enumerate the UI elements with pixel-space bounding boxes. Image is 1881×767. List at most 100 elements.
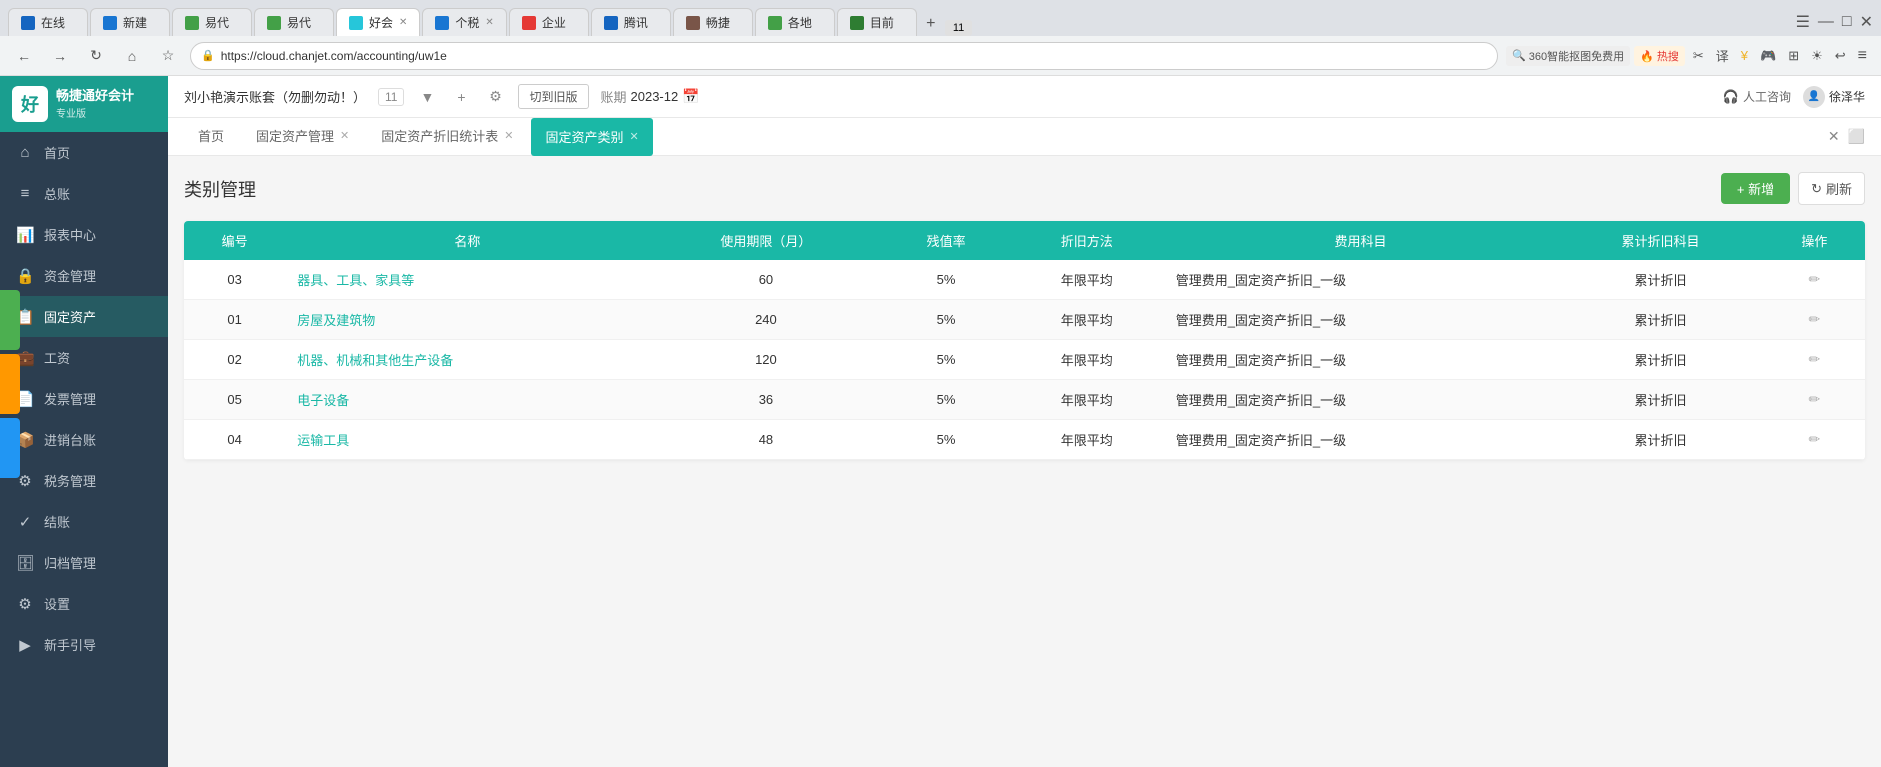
user-avatar: 👤 — [1803, 86, 1825, 108]
close-tab-category[interactable]: ✕ — [630, 130, 639, 143]
menu-icon[interactable]: ≡ — [1854, 47, 1871, 65]
browser-tab-1[interactable]: 在线 — [8, 8, 88, 36]
cell-code: 01 — [184, 300, 285, 340]
brightness-icon[interactable]: ☀ — [1807, 48, 1827, 64]
browser-tab-8[interactable]: 腾讯 — [591, 8, 671, 36]
cell-period: 60 — [650, 260, 883, 300]
page-tab-home[interactable]: 首页 — [184, 118, 238, 156]
edit-btn[interactable]: ✏ — [1808, 271, 1820, 287]
sidebar-item-finance[interactable]: 🔒 资金管理 — [0, 255, 168, 296]
browser-tab-10[interactable]: 各地 — [755, 8, 835, 36]
col-action: 操作 — [1764, 221, 1865, 260]
refresh-nav-btn[interactable]: ↻ — [82, 42, 110, 70]
hot-search-btn[interactable]: 🔥 热搜 — [1634, 46, 1685, 66]
tab-count-badge[interactable]: 11 — [945, 20, 972, 36]
sidebar-item-settings[interactable]: ⚙ 设置 — [0, 583, 168, 624]
browser-tab-7[interactable]: 企业 — [509, 8, 589, 36]
user-info[interactable]: 👤 徐泽华 — [1803, 86, 1865, 108]
refresh-page-btn[interactable]: ↻ 刷新 — [1798, 172, 1865, 205]
sidebar-item-reports[interactable]: 📊 报表中心 — [0, 214, 168, 255]
home-btn[interactable]: ⌂ — [118, 42, 146, 70]
headset-icon: 🎧 — [1723, 89, 1739, 105]
old-version-btn[interactable]: 切到旧版 — [518, 84, 588, 109]
forward-btn[interactable]: → — [46, 42, 74, 70]
cell-method: 年限平均 — [1010, 420, 1164, 460]
col-period: 使用期限（月） — [650, 221, 883, 260]
left-icon-green[interactable] — [0, 290, 20, 350]
home-icon: ⌂ — [16, 144, 34, 161]
close-tab-depreciation[interactable]: ✕ — [504, 129, 513, 142]
tab-close-5[interactable]: ✕ — [399, 17, 407, 28]
page-tab-category[interactable]: 固定资产类别 ✕ — [531, 118, 652, 156]
col-method: 折旧方法 — [1010, 221, 1164, 260]
company-name: 刘小艳演示账套（勿删勿动！） — [184, 87, 366, 106]
table-row: 02 机器、机械和其他生产设备 120 5% 年限平均 管理费用_固定资产折旧_… — [184, 340, 1865, 380]
browser-tab-9[interactable]: 畅捷 — [673, 8, 753, 36]
sidebar: 好 畅捷通好会计 专业版 ⌂ 首页 ≡ 总账 📊 报表中心 🔒 资金管理 — [0, 76, 168, 767]
browser-tab-2[interactable]: 新建 — [90, 8, 170, 36]
period-display: 账期 2023-12 📅 — [601, 87, 700, 106]
new-tab-btn[interactable]: + — [919, 12, 943, 36]
sidebar-item-checkout[interactable]: ✓ 结账 — [0, 501, 168, 542]
add-btn[interactable]: + 新增 — [1721, 173, 1790, 204]
cell-expense: 管理费用_固定资产折旧_一级 — [1164, 420, 1558, 460]
sidebar-item-ledger[interactable]: ≡ 总账 — [0, 173, 168, 214]
left-panel-icons — [0, 290, 20, 478]
edit-btn[interactable]: ✏ — [1808, 351, 1820, 367]
edit-btn[interactable]: ✏ — [1808, 391, 1820, 407]
grid-icon[interactable]: ⊞ — [1784, 48, 1803, 64]
translate-icon[interactable]: 译 — [1712, 46, 1733, 65]
page-tab-fixed-mgmt[interactable]: 固定资产管理 ✕ — [242, 118, 363, 156]
cell-actions: ✏ — [1764, 380, 1865, 420]
cell-method: 年限平均 — [1010, 380, 1164, 420]
address-bar[interactable]: 🔒 https://cloud.chanjet.com/accounting/u… — [190, 42, 1498, 70]
cell-code: 04 — [184, 420, 285, 460]
col-residual: 残值率 — [882, 221, 1010, 260]
dropdown-btn[interactable]: ▼ — [416, 86, 438, 108]
undo-icon[interactable]: ↩ — [1831, 48, 1850, 64]
service-btn[interactable]: 🎧 人工咨询 — [1723, 88, 1791, 105]
sidebar-item-fixed-assets[interactable]: 📋 固定资产 — [0, 296, 168, 337]
page-tab-depreciation[interactable]: 固定资产折旧统计表 ✕ — [367, 118, 527, 156]
browser-tab-11[interactable]: 目前 — [837, 8, 917, 36]
browser-tab-3[interactable]: 易代 — [172, 8, 252, 36]
bookmark-btn[interactable]: ☆ — [154, 42, 182, 70]
data-table: 编号 名称 使用期限（月） 残值率 折旧方法 费用科目 累计折旧科目 操作 03… — [184, 221, 1865, 460]
tab-close-all-icon[interactable]: ✕ — [1828, 128, 1840, 145]
search-btn[interactable]: 🔍 360智能抠图免费用 — [1506, 46, 1630, 66]
scissors-icon[interactable]: ✂ — [1689, 48, 1708, 64]
edit-btn[interactable]: ✏ — [1808, 311, 1820, 327]
game-icon[interactable]: 🎮 — [1756, 48, 1780, 64]
tab-menu-icon[interactable]: ☰ — [1796, 12, 1810, 32]
tab-maximize-icon[interactable]: ⬜ — [1848, 128, 1865, 145]
maximize-icon[interactable]: □ — [1842, 13, 1852, 31]
finance-icon: 🔒 — [16, 267, 34, 285]
sidebar-item-archive[interactable]: 🗄 归档管理 — [0, 542, 168, 583]
reports-icon: 📊 — [16, 226, 34, 244]
settings-topbar-btn[interactable]: ⚙ — [484, 86, 506, 108]
sidebar-item-tax[interactable]: ⚙ 税务管理 — [0, 460, 168, 501]
cell-actions: ✏ — [1764, 340, 1865, 380]
sidebar-item-invoice[interactable]: 📄 发票管理 — [0, 378, 168, 419]
back-btn[interactable]: ← — [10, 42, 38, 70]
browser-tab-6[interactable]: 个税 ✕ — [422, 8, 506, 36]
browser-tab-4[interactable]: 易代 — [254, 8, 334, 36]
close-window-icon[interactable]: ✕ — [1860, 12, 1873, 32]
table-row: 01 房屋及建筑物 240 5% 年限平均 管理费用_固定资产折旧_一级 累计折… — [184, 300, 1865, 340]
sidebar-item-home[interactable]: ⌂ 首页 — [0, 132, 168, 173]
calendar-icon[interactable]: 📅 — [682, 88, 699, 105]
left-icon-orange[interactable] — [0, 354, 20, 414]
sidebar-item-payroll[interactable]: 💼 工资 — [0, 337, 168, 378]
add-company-btn[interactable]: + — [450, 86, 472, 108]
minimize-icon[interactable]: — — [1818, 13, 1834, 31]
close-tab-fixed-mgmt[interactable]: ✕ — [340, 129, 349, 142]
sidebar-item-guide[interactable]: ▶ 新手引导 — [0, 624, 168, 665]
sidebar-item-inventory[interactable]: 📦 进销台账 — [0, 419, 168, 460]
cell-name: 房屋及建筑物 — [285, 300, 649, 340]
edit-btn[interactable]: ✏ — [1808, 431, 1820, 447]
tab-close-6[interactable]: ✕ — [485, 17, 493, 28]
left-icon-blue[interactable] — [0, 418, 20, 478]
col-accumulated: 累计折旧科目 — [1557, 221, 1763, 260]
browser-tab-5[interactable]: 好会 ✕ — [336, 8, 420, 36]
coin-icon[interactable]: ¥ — [1737, 48, 1752, 63]
